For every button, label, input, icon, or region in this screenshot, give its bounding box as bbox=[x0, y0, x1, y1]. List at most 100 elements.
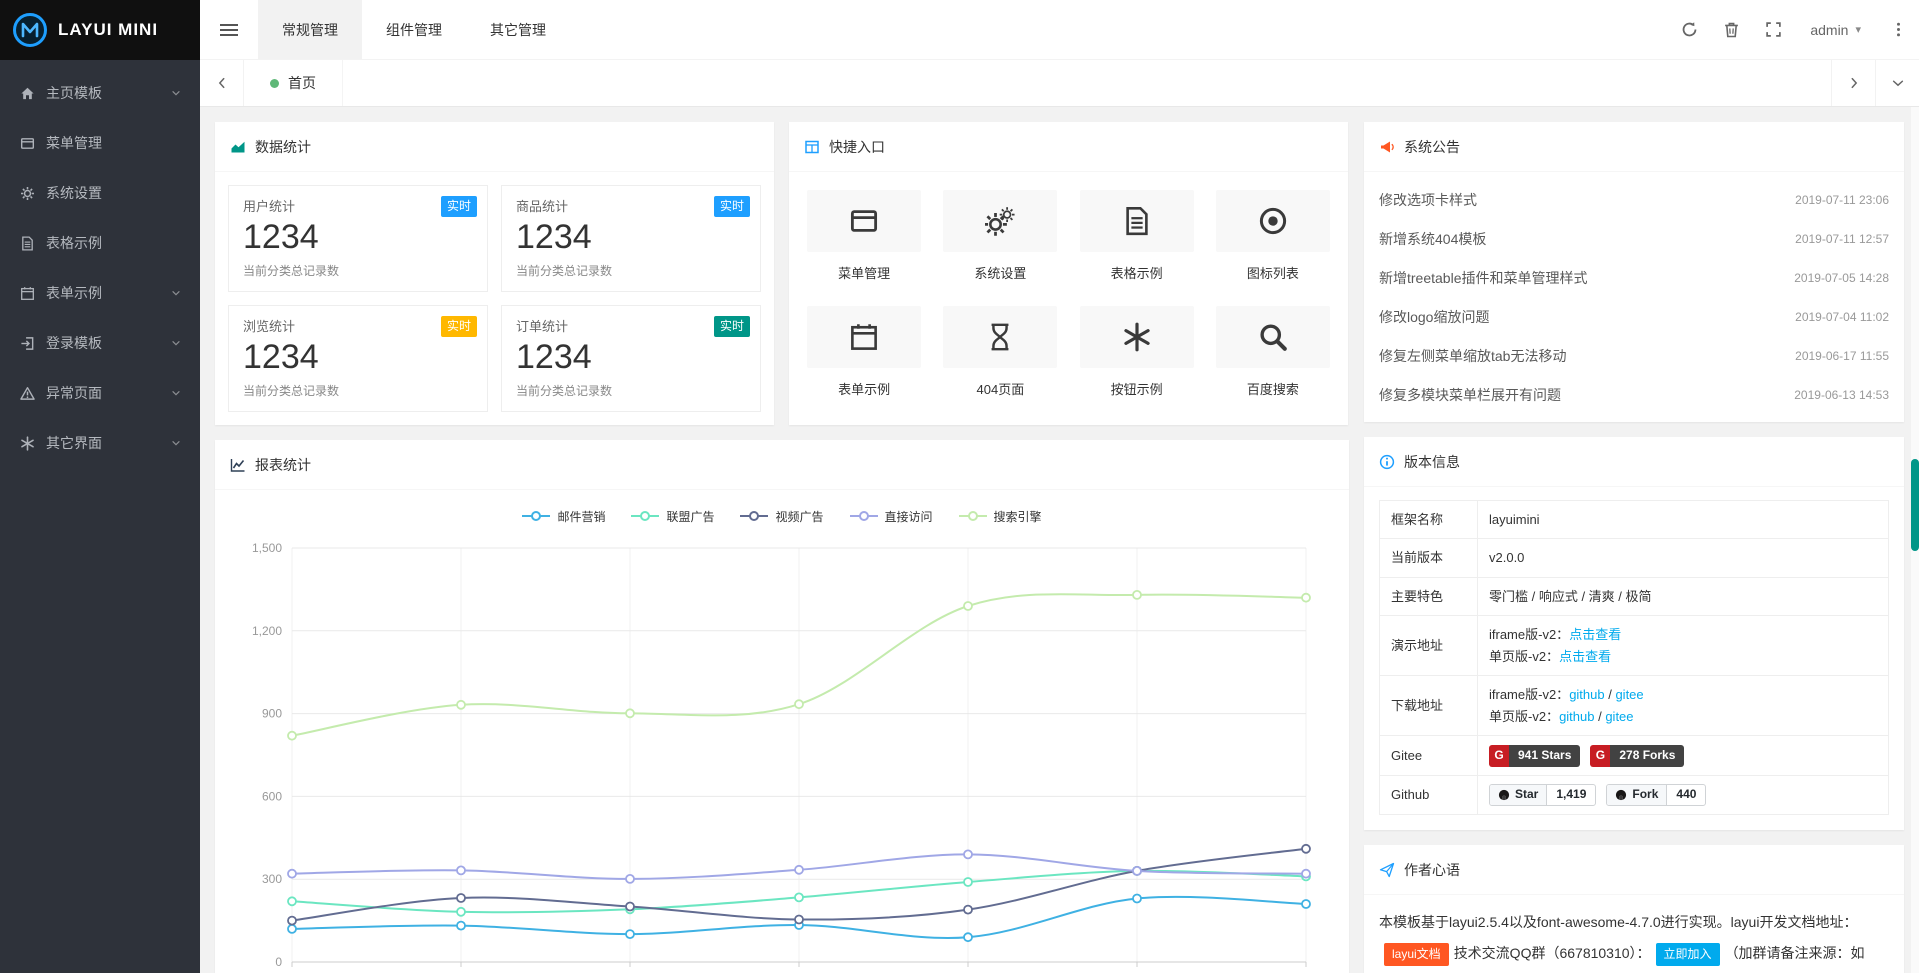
sidebar-item-login-template[interactable]: 登录模板 bbox=[0, 318, 200, 368]
sidebar-item-label: 其它界面 bbox=[46, 433, 159, 453]
quick-link-page404[interactable]: 404页面 bbox=[937, 306, 1063, 398]
announcement-item[interactable]: 修改logo缩放问题 2019-07-04 11:02 bbox=[1379, 297, 1889, 336]
calendar-icon bbox=[20, 286, 35, 301]
sidebar-toggle-button[interactable] bbox=[200, 0, 258, 59]
trash-button[interactable] bbox=[1710, 0, 1752, 59]
author-badge[interactable]: layui文档 bbox=[1384, 943, 1449, 966]
announcement-item[interactable]: 新增treetable插件和菜单管理样式 2019-07-05 14:28 bbox=[1379, 258, 1889, 297]
announcement-list: 修改选项卡样式 2019-07-11 23:06 新增系统404模板 2019-… bbox=[1364, 172, 1904, 422]
announcement-item[interactable]: 修复多模块菜单栏展开有问题 2019-06-13 14:53 bbox=[1379, 375, 1889, 414]
tabs-scroll-left-button[interactable] bbox=[200, 60, 244, 106]
quick-link-label: 图标列表 bbox=[1247, 263, 1299, 282]
legend-item[interactable]: 联盟广告 bbox=[631, 508, 714, 525]
sidebar-item-form-demo[interactable]: 表单示例 bbox=[0, 268, 200, 318]
sidebar-item-error-page[interactable]: 异常页面 bbox=[0, 368, 200, 418]
chevron-down-icon bbox=[170, 437, 182, 449]
version-row-value: 零门槛 / 响应式 / 清爽 / 极简 bbox=[1478, 577, 1889, 615]
report-card: 报表统计 邮件营销 联盟广告 视频广告 bbox=[215, 440, 1349, 973]
stat-panel: 订单统计 1234 当前分类总记录数 实时 bbox=[501, 305, 761, 412]
tab-status-dot bbox=[270, 79, 279, 88]
realtime-badge: 实时 bbox=[714, 196, 750, 217]
card-title: 快捷入口 bbox=[829, 137, 885, 157]
quick-link-setting[interactable]: 系统设置 bbox=[937, 190, 1063, 282]
version-link[interactable]: github bbox=[1559, 709, 1594, 724]
nav-tab[interactable]: 其它管理 bbox=[466, 0, 570, 59]
author-card: 作者心语 本模板基于layui2.5.4以及font-awesome-4.7.0… bbox=[1364, 845, 1904, 973]
tabs-menu-button[interactable] bbox=[1875, 60, 1919, 106]
sidebar-item-label: 异常页面 bbox=[46, 383, 159, 403]
announcement-item[interactable]: 修改选项卡样式 2019-07-11 23:06 bbox=[1379, 180, 1889, 219]
file-text-icon bbox=[1080, 190, 1194, 252]
github-badge[interactable]: Star 1,419 bbox=[1489, 784, 1596, 806]
version-link[interactable]: gitee bbox=[1605, 709, 1633, 724]
refresh-button[interactable] bbox=[1668, 0, 1710, 59]
version-row: Gitee G 941 Stars G 278 Forks bbox=[1380, 736, 1889, 776]
quick-link-button[interactable]: 按钮示例 bbox=[1074, 306, 1200, 398]
sidebar-item-other-ui[interactable]: 其它界面 bbox=[0, 418, 200, 468]
quick-link-label: 表格示例 bbox=[1111, 263, 1163, 282]
sidebar-item-table-demo[interactable]: 表格示例 bbox=[0, 218, 200, 268]
gitee-badge[interactable]: G 941 Stars bbox=[1489, 745, 1580, 767]
legend-item[interactable]: 视频广告 bbox=[740, 508, 823, 525]
version-link[interactable]: github bbox=[1569, 687, 1604, 702]
quick-link-label: 404页面 bbox=[977, 379, 1025, 398]
send-icon bbox=[1379, 862, 1395, 878]
version-row: 主要特色 零门槛 / 响应式 / 清爽 / 极简 bbox=[1380, 577, 1889, 615]
stat-panel: 商品统计 1234 当前分类总记录数 实时 bbox=[501, 185, 761, 292]
fullscreen-button[interactable] bbox=[1752, 0, 1794, 59]
svg-text:300: 300 bbox=[262, 872, 282, 886]
home-icon bbox=[20, 86, 35, 101]
quick-link-form[interactable]: 表单示例 bbox=[801, 306, 927, 398]
github-badge[interactable]: Fork 440 bbox=[1606, 784, 1706, 806]
author-badge[interactable]: 立即加入 bbox=[1656, 943, 1720, 966]
content: 数据统计 用户统计 1234 当前分类总记录数 实时 商品统计 1234 当前分… bbox=[200, 107, 1919, 973]
version-row-label: 框架名称 bbox=[1380, 501, 1478, 539]
version-link[interactable]: 点击查看 bbox=[1559, 649, 1611, 664]
sidebar-item-system-setting[interactable]: 系统设置 bbox=[0, 168, 200, 218]
version-card-header: 版本信息 bbox=[1364, 437, 1904, 487]
more-menu-button[interactable] bbox=[1877, 0, 1919, 59]
quick-link-icons[interactable]: 图标列表 bbox=[1210, 190, 1336, 282]
gitee-badge[interactable]: G 278 Forks bbox=[1590, 745, 1684, 767]
version-row: 下载地址 iframe版-v2：github / gitee单页版-v2：git… bbox=[1380, 676, 1889, 736]
announcement-date: 2019-06-17 11:55 bbox=[1795, 349, 1889, 363]
dot-circle-icon bbox=[1216, 190, 1330, 252]
nav-tab[interactable]: 组件管理 bbox=[362, 0, 466, 59]
quick-link-menu[interactable]: 菜单管理 bbox=[801, 190, 927, 282]
area-chart-icon bbox=[230, 139, 246, 155]
sidebar: LAYUI MINI 主页模板 菜单管理 系统设置 表格示例 表单示例 bbox=[0, 0, 200, 973]
legend-label: 联盟广告 bbox=[666, 508, 714, 525]
version-link[interactable]: gitee bbox=[1615, 687, 1643, 702]
nav-tab[interactable]: 常规管理 bbox=[258, 0, 362, 59]
announcement-title: 修复左侧菜单缩放tab无法移动 bbox=[1379, 346, 1566, 366]
window-grid-icon bbox=[804, 139, 820, 155]
legend-label: 直接访问 bbox=[885, 508, 933, 525]
user-menu[interactable]: admin ▾ bbox=[1794, 0, 1877, 59]
version-row-label: Gitee bbox=[1380, 736, 1478, 776]
sidebar-item-home-template[interactable]: 主页模板 bbox=[0, 68, 200, 118]
announcement-item[interactable]: 修复左侧菜单缩放tab无法移动 2019-06-17 11:55 bbox=[1379, 336, 1889, 375]
sidebar-item-label: 登录模板 bbox=[46, 333, 159, 353]
bullhorn-icon bbox=[1379, 139, 1395, 155]
version-table: 框架名称 layuimini 当前版本 v2.0.0 主要特色 零门槛 / 响应… bbox=[1379, 500, 1889, 815]
tabs-scroll-right-button[interactable] bbox=[1831, 60, 1875, 106]
quick-link-table[interactable]: 表格示例 bbox=[1074, 190, 1200, 282]
main-column: 常规管理组件管理其它管理 admin ▾ 首页 bbox=[200, 0, 1919, 973]
asterisk-icon bbox=[1080, 306, 1194, 368]
legend-item[interactable]: 搜索引擎 bbox=[959, 508, 1042, 525]
logo[interactable]: LAYUI MINI bbox=[0, 0, 200, 60]
realtime-badge: 实时 bbox=[441, 196, 477, 217]
tab-home[interactable]: 首页 bbox=[244, 60, 343, 106]
scrollbar-thumb[interactable] bbox=[1911, 459, 1919, 551]
legend-item[interactable]: 邮件营销 bbox=[522, 508, 605, 525]
legend-item[interactable]: 直接访问 bbox=[850, 508, 933, 525]
sidebar-item-menu-manage[interactable]: 菜单管理 bbox=[0, 118, 200, 168]
stat-caption: 当前分类总记录数 bbox=[243, 382, 473, 399]
page-scrollbar[interactable] bbox=[1911, 107, 1919, 973]
version-row-label: 演示地址 bbox=[1380, 616, 1478, 676]
announcement-item[interactable]: 新增系统404模板 2019-07-11 12:57 bbox=[1379, 219, 1889, 258]
version-link[interactable]: 点击查看 bbox=[1569, 627, 1621, 642]
sidebar-item-label: 表格示例 bbox=[46, 233, 182, 253]
quick-link-baidu[interactable]: 百度搜索 bbox=[1210, 306, 1336, 398]
legend-label: 视频广告 bbox=[775, 508, 823, 525]
